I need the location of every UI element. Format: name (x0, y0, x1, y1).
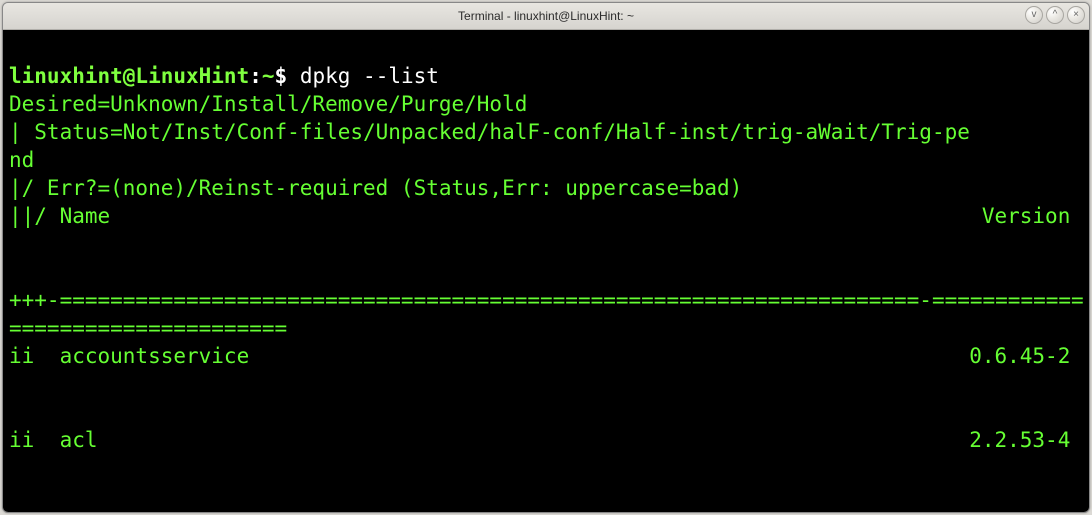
terminal-window: Terminal - linuxhint@LinuxHint: ~ v ^ × … (2, 2, 1090, 513)
column-name-label: Name (60, 202, 111, 230)
blank-line (9, 260, 22, 284)
pkg-version: 0.6.45-2 (969, 342, 1083, 370)
pkg-status: ii (9, 510, 60, 512)
column-version-label: Version (982, 202, 1083, 230)
pkg-version: 3.118 (1007, 510, 1083, 512)
window-controls: v ^ × (1025, 6, 1085, 24)
minimize-icon: v (1032, 10, 1037, 20)
package-row: iiadduser 3.118 (9, 510, 1083, 512)
column-header-row: ||/Name Version (9, 202, 1083, 230)
window-title: Terminal - linuxhint@LinuxHint: ~ (458, 9, 634, 23)
package-row: iiacl 2.2.53-4 (9, 426, 1083, 454)
column-marker: ||/ (9, 202, 60, 230)
maximize-icon: ^ (1053, 10, 1058, 20)
close-button[interactable]: × (1067, 6, 1085, 24)
maximize-button[interactable]: ^ (1046, 6, 1064, 24)
blank-line (9, 400, 22, 424)
package-row: iiaccountsservice 0.6.45-2 (9, 342, 1083, 370)
output-line: |/ Err?=(none)/Reinst-required (Status,E… (9, 176, 742, 200)
pkg-status: ii (9, 426, 60, 454)
output-line: nd (9, 148, 34, 172)
close-icon: × (1073, 10, 1079, 20)
prompt-path: ~ (262, 64, 275, 88)
pkg-version: 2.2.53-4 (969, 426, 1083, 454)
pkg-status: ii (9, 342, 60, 370)
output-line: Desired=Unknown/Install/Remove/Purge/Hol… (9, 92, 527, 116)
prompt-user-host: linuxhint@LinuxHint (9, 64, 249, 88)
pkg-name: acl (60, 426, 98, 454)
blank-line (9, 484, 22, 508)
terminal-body[interactable]: linuxhint@LinuxHint:~$ dpkg --list Desir… (3, 30, 1089, 512)
titlebar[interactable]: Terminal - linuxhint@LinuxHint: ~ v ^ × (3, 3, 1089, 30)
pkg-name: accountsservice (60, 342, 250, 370)
minimize-button[interactable]: v (1025, 6, 1043, 24)
pkg-name: adduser (60, 510, 149, 512)
prompt-dollar: $ (275, 64, 288, 88)
output-line: | Status=Not/Inst/Conf-files/Unpacked/ha… (9, 120, 970, 144)
command-text: dpkg --list (300, 64, 439, 88)
separator-line: +++-====================================… (9, 288, 1084, 312)
separator-line: ====================== (9, 316, 287, 340)
prompt-separator: : (249, 64, 262, 88)
